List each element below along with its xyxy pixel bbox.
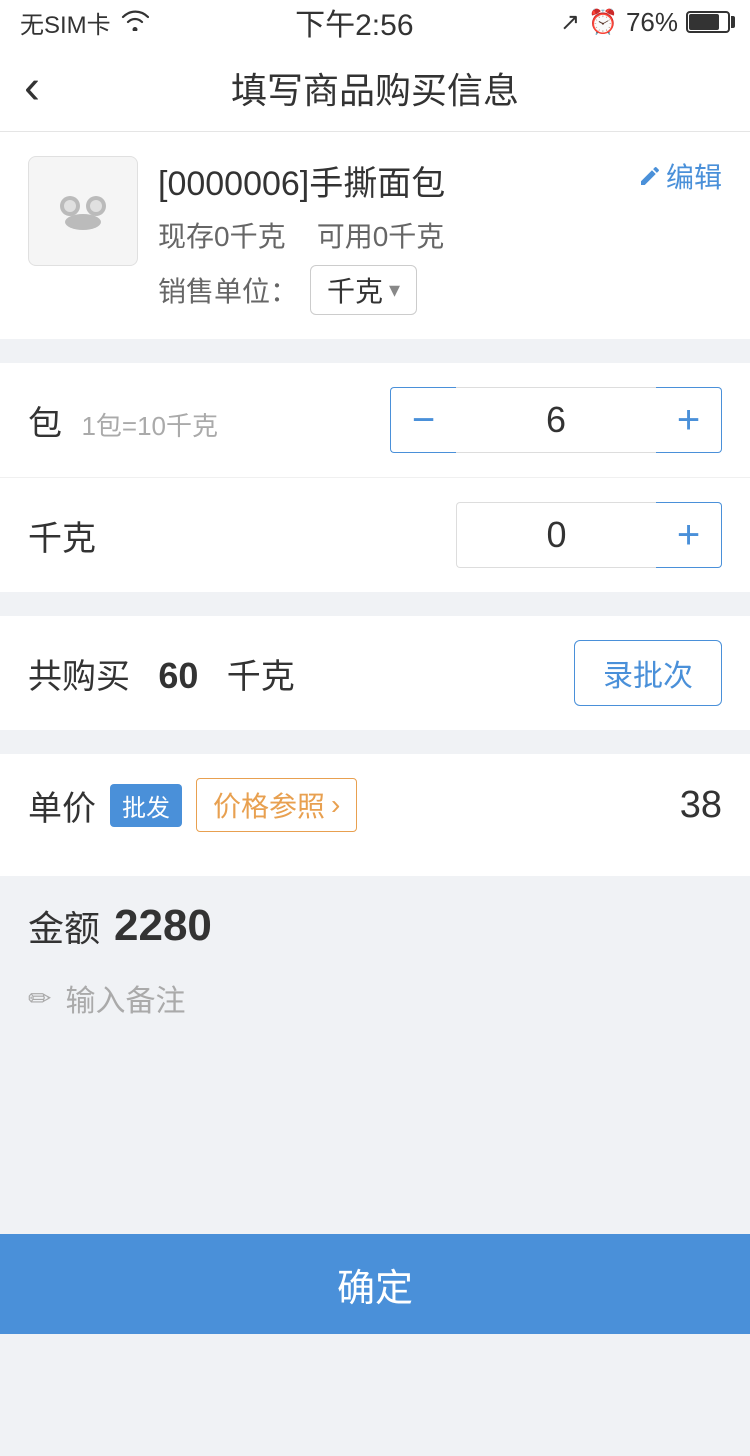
sim-label: 无SIM卡 (20, 5, 111, 40)
remark-placeholder: 输入备注 (65, 976, 185, 1020)
status-time: 下午2:56 (295, 0, 413, 44)
package-controls: − + (390, 387, 722, 453)
stock-label: 现存0千克 (158, 221, 286, 252)
separator-1 (0, 351, 750, 363)
unit-label: 销售单位： (158, 270, 298, 310)
kg-row: 千克 + (0, 478, 750, 592)
unit-select[interactable]: 千克 ▾ (310, 265, 417, 315)
amount-label: 金额 (28, 900, 100, 952)
battery-icon (686, 11, 730, 33)
total-section: 共购买 60 千克 录批次 (0, 616, 750, 730)
price-row: 单价 批发 价格参照 › 38 (28, 778, 722, 832)
product-name-row: [0000006]手撕面包 编辑 (158, 156, 722, 205)
package-sub-label: 1包=10千克 (81, 411, 218, 441)
package-minus-button[interactable]: − (390, 387, 456, 453)
amount-row: 金额 2280 (28, 900, 722, 952)
quantity-section: 包 1包=10千克 − + 千克 + (0, 363, 750, 592)
confirm-label: 确定 (337, 1257, 413, 1312)
price-value: 38 (680, 784, 722, 827)
price-section: 单价 批发 价格参照 › 38 (0, 754, 750, 876)
page-title: 填写商品购买信息 (231, 62, 519, 114)
record-batch-button[interactable]: 录批次 (574, 640, 722, 706)
available-label: 可用0千克 (317, 221, 445, 252)
edit-label: 编辑 (666, 156, 722, 196)
total-label: 共购买 (28, 658, 130, 696)
package-plus-button[interactable]: + (656, 387, 722, 453)
product-stock: 现存0千克 可用0千克 (158, 215, 722, 255)
product-unit-row: 销售单位： 千克 ▾ (158, 265, 722, 315)
total-unit: 千克 (227, 658, 295, 696)
separator-3 (0, 742, 750, 754)
battery-percent: 76% (626, 7, 678, 38)
unit-dropdown-icon: ▾ (389, 277, 400, 303)
product-info: [0000006]手撕面包 编辑 现存0千克 可用0千克 销售单位： 千克 ▾ (158, 156, 722, 315)
remark-row[interactable]: ✏ 输入备注 (28, 976, 722, 1020)
amount-value: 2280 (114, 901, 212, 951)
product-name: [0000006]手撕面包 (158, 156, 445, 205)
confirm-button[interactable]: 确定 (0, 1234, 750, 1334)
pencil-icon: ✏ (28, 982, 51, 1015)
location-icon: ↗ (560, 8, 580, 37)
total-value: 60 (158, 655, 198, 696)
price-ref-button[interactable]: 价格参照 › (196, 778, 357, 832)
package-label: 包 1包=10千克 (28, 396, 390, 445)
alarm-icon: ⏰ (588, 8, 618, 37)
edit-button[interactable]: 编辑 (638, 156, 722, 196)
wifi-icon (121, 7, 149, 38)
total-text: 共购买 60 千克 (28, 649, 295, 698)
price-ref-label: 价格参照 (213, 785, 325, 825)
unit-value: 千克 (327, 270, 383, 310)
kg-controls: + (456, 502, 722, 568)
package-input[interactable] (456, 387, 656, 453)
status-bar: 无SIM卡 下午2:56 ↗ ⏰ 76% (0, 0, 750, 44)
product-card: [0000006]手撕面包 编辑 现存0千克 可用0千克 销售单位： 千克 ▾ (0, 132, 750, 339)
price-ref-arrow: › (331, 789, 340, 821)
product-thumbnail (28, 156, 138, 266)
status-left: 无SIM卡 (20, 5, 149, 40)
kg-plus-button[interactable]: + (656, 502, 722, 568)
amount-section: 金额 2280 ✏ 输入备注 (0, 876, 750, 1056)
nav-bar: ‹ 填写商品购买信息 (0, 44, 750, 132)
kg-input[interactable] (456, 502, 656, 568)
status-right: ↗ ⏰ 76% (560, 7, 730, 38)
separator-2 (0, 604, 750, 616)
kg-label: 千克 (28, 511, 456, 560)
price-tag: 批发 (110, 784, 182, 827)
price-label: 单价 (28, 781, 96, 830)
package-row: 包 1包=10千克 − + (0, 363, 750, 478)
back-button[interactable]: ‹ (24, 60, 40, 115)
